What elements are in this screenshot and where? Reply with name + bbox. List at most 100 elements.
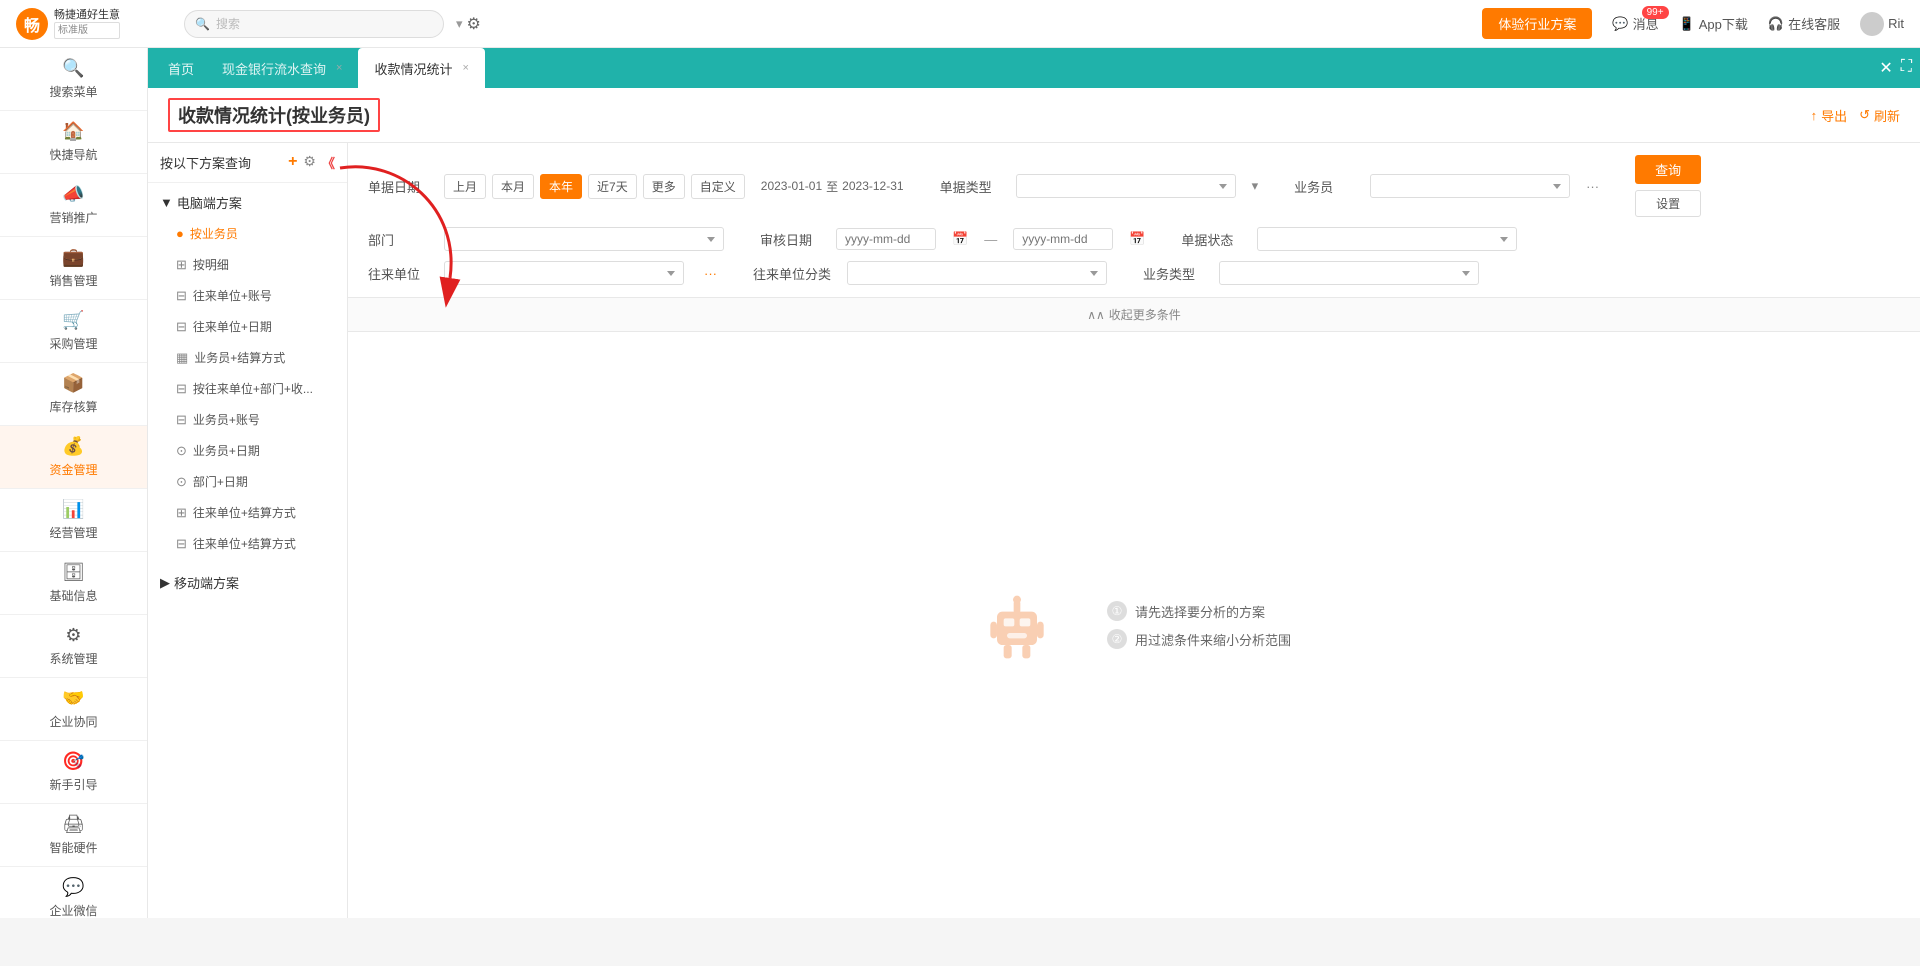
- sidebar-item-search[interactable]: 🔍 搜索菜单: [0, 48, 147, 111]
- scheme-item-10[interactable]: ⊟ 往来单位+结算方式: [148, 528, 347, 559]
- marketing-icon: 📣: [62, 184, 84, 205]
- salesperson-label: 业务员: [1294, 177, 1354, 196]
- counterpart-class-select[interactable]: [847, 261, 1107, 285]
- salesperson-select[interactable]: [1370, 174, 1570, 198]
- settings-gear-icon[interactable]: ⚙: [467, 14, 481, 34]
- counterpart-select[interactable]: [444, 261, 684, 285]
- review-end-input[interactable]: [1013, 228, 1113, 250]
- sidebar-item-shortcut[interactable]: 🏠 快捷导航: [0, 111, 147, 174]
- enterprise-icon: 🤝: [62, 688, 84, 709]
- sidebar-item-system[interactable]: ⚙ 系统管理: [0, 615, 147, 678]
- sidebar-label-marketing: 营销推广: [49, 209, 97, 226]
- date-calendar-icon-1[interactable]: 📅: [952, 231, 968, 247]
- tab-bank-flow-close[interactable]: ×: [336, 62, 342, 74]
- scheme-icon-6: ⊟: [176, 412, 187, 428]
- scheme-item-8[interactable]: ⊙ 部门+日期: [148, 466, 347, 497]
- tab-close-all-icon[interactable]: ✕: [1879, 58, 1892, 78]
- scheme-label-5: 按往来单位+部门+收...: [193, 380, 313, 397]
- sidebar-item-purchase[interactable]: 🛒 采购管理: [0, 300, 147, 363]
- logo-icon: 畅: [16, 8, 48, 40]
- left-panel-icons: + ⚙ 《: [288, 153, 335, 172]
- tab-home[interactable]: 首页: [156, 59, 206, 78]
- export-btn[interactable]: ↑ 导出: [1811, 106, 1848, 125]
- sidebar-item-basic[interactable]: 🗄 基础信息: [0, 552, 147, 615]
- sidebar-item-wechat[interactable]: 💬 企业微信: [0, 867, 147, 918]
- right-panel: 单据日期 上月 本月 本年 近7天 更多 自定义 2023-01-01 至: [348, 143, 1920, 918]
- salesperson-more-icon[interactable]: ···: [1586, 179, 1599, 194]
- operation-icon: 📊: [62, 499, 84, 520]
- sidebar-item-marketing[interactable]: 📣 营销推广: [0, 174, 147, 237]
- scheme-label-8: 部门+日期: [193, 473, 248, 490]
- date-btn-this-month[interactable]: 本月: [492, 174, 534, 199]
- settings-btn[interactable]: 设置: [1635, 190, 1701, 217]
- doc-type-expand-icon[interactable]: ▾: [1252, 178, 1259, 194]
- left-panel-title: 按以下方案查询: [160, 153, 251, 172]
- message-btn[interactable]: 💬 消息 99+: [1612, 14, 1658, 33]
- sidebar-label-sales: 销售管理: [49, 272, 97, 289]
- sidebar-item-enterprise[interactable]: 🤝 企业协同: [0, 678, 147, 741]
- collapse-bar[interactable]: ∧∧ 收起更多条件: [348, 298, 1920, 332]
- user-area[interactable]: Rit: [1860, 12, 1904, 36]
- scheme-item-5[interactable]: ⊟ 按往来单位+部门+收...: [148, 373, 347, 404]
- doc-type-select[interactable]: [1016, 174, 1236, 198]
- empty-state: ① 请先选择要分析的方案 ② 用过滤条件来缩小分析范围: [348, 332, 1920, 918]
- scheme-item-3[interactable]: ⊟ 往来单位+日期: [148, 311, 347, 342]
- query-btn[interactable]: 查询: [1635, 155, 1701, 184]
- mobile-group-header[interactable]: ▶ 移动端方案: [148, 567, 347, 598]
- scheme-item-6[interactable]: ⊟ 业务员+账号: [148, 404, 347, 435]
- add-scheme-icon[interactable]: +: [288, 153, 297, 172]
- scheme-item-7[interactable]: ⊙ 业务员+日期: [148, 435, 347, 466]
- sidebar-item-sales[interactable]: 💼 销售管理: [0, 237, 147, 300]
- dept-select[interactable]: [444, 227, 724, 251]
- sidebar-item-guide[interactable]: 🎯 新手引导: [0, 741, 147, 804]
- sidebar-item-finance[interactable]: 💰 资金管理: [0, 426, 147, 489]
- tab-maximize-icon[interactable]: ⛶: [1901, 58, 1912, 78]
- date-label: 单据日期: [368, 177, 428, 196]
- doc-status-select[interactable]: [1257, 227, 1517, 251]
- date-btn-7days[interactable]: 近7天: [588, 174, 637, 199]
- search-bar[interactable]: 🔍 搜索: [184, 10, 444, 38]
- scheme-settings-icon[interactable]: ⚙: [303, 153, 316, 172]
- hardware-icon: 🖨: [62, 814, 85, 835]
- scheme-item-2[interactable]: ⊟ 往来单位+账号: [148, 280, 347, 311]
- desktop-group-arrow: ▼: [160, 195, 173, 210]
- sidebar-item-operation[interactable]: 📊 经营管理: [0, 489, 147, 552]
- doc-status-label: 单据状态: [1181, 230, 1241, 249]
- scheme-item-9[interactable]: ⊞ 往来单位+结算方式: [148, 497, 347, 528]
- date-btn-last-month[interactable]: 上月: [444, 174, 486, 199]
- trial-btn[interactable]: 体验行业方案: [1482, 8, 1592, 39]
- tab-bank-flow[interactable]: 现金银行流水查询 ×: [206, 48, 358, 88]
- app-download-btn[interactable]: 📱 App下载: [1679, 14, 1748, 33]
- biz-type-select[interactable]: [1219, 261, 1479, 285]
- empty-robot-icon: [977, 585, 1057, 665]
- page-actions: ↑ 导出 ↺ 刷新: [1811, 106, 1900, 125]
- online-service-btn[interactable]: 🎧 在线客服: [1768, 14, 1840, 33]
- sidebar-item-inventory[interactable]: 📦 库存核算: [0, 363, 147, 426]
- scheme-item-0[interactable]: ● 按业务员: [148, 218, 347, 249]
- date-btn-custom[interactable]: 自定义: [691, 174, 745, 199]
- finance-icon: 💰: [62, 436, 84, 457]
- chevron-down-icon[interactable]: ▾: [456, 16, 463, 32]
- desktop-group-header[interactable]: ▼ 电脑端方案: [148, 187, 347, 218]
- scheme-icon-9: ⊞: [176, 505, 187, 521]
- review-start-input[interactable]: [836, 228, 936, 250]
- message-badge: 99+: [1642, 6, 1669, 19]
- sidebar-item-hardware[interactable]: 🖨 智能硬件: [0, 804, 147, 867]
- date-range-separator: 至: [826, 178, 838, 195]
- date-calendar-icon-2[interactable]: 📅: [1129, 231, 1145, 247]
- sidebar-label-enterprise: 企业协同: [49, 713, 97, 730]
- scheme-item-4[interactable]: ▦ 业务员+结算方式: [148, 342, 347, 373]
- tab-receipt-stats[interactable]: 收款情况统计 ×: [358, 48, 484, 88]
- date-btn-more[interactable]: 更多: [643, 174, 685, 199]
- logo-text: 畅捷通好生意: [54, 8, 120, 22]
- message-icon: 💬: [1612, 16, 1628, 32]
- guide-icon: 🎯: [62, 751, 84, 772]
- tab-receipt-stats-close[interactable]: ×: [462, 62, 468, 74]
- date-btn-this-year[interactable]: 本年: [540, 174, 582, 199]
- scheme-label-0: 按业务员: [190, 225, 238, 242]
- purchase-icon: 🛒: [62, 310, 84, 331]
- counterpart-more-icon[interactable]: ···: [704, 266, 717, 281]
- refresh-btn[interactable]: ↺ 刷新: [1859, 106, 1900, 125]
- scheme-item-1[interactable]: ⊞ 按明细: [148, 249, 347, 280]
- scheme-collapse-icon[interactable]: 《: [322, 153, 335, 172]
